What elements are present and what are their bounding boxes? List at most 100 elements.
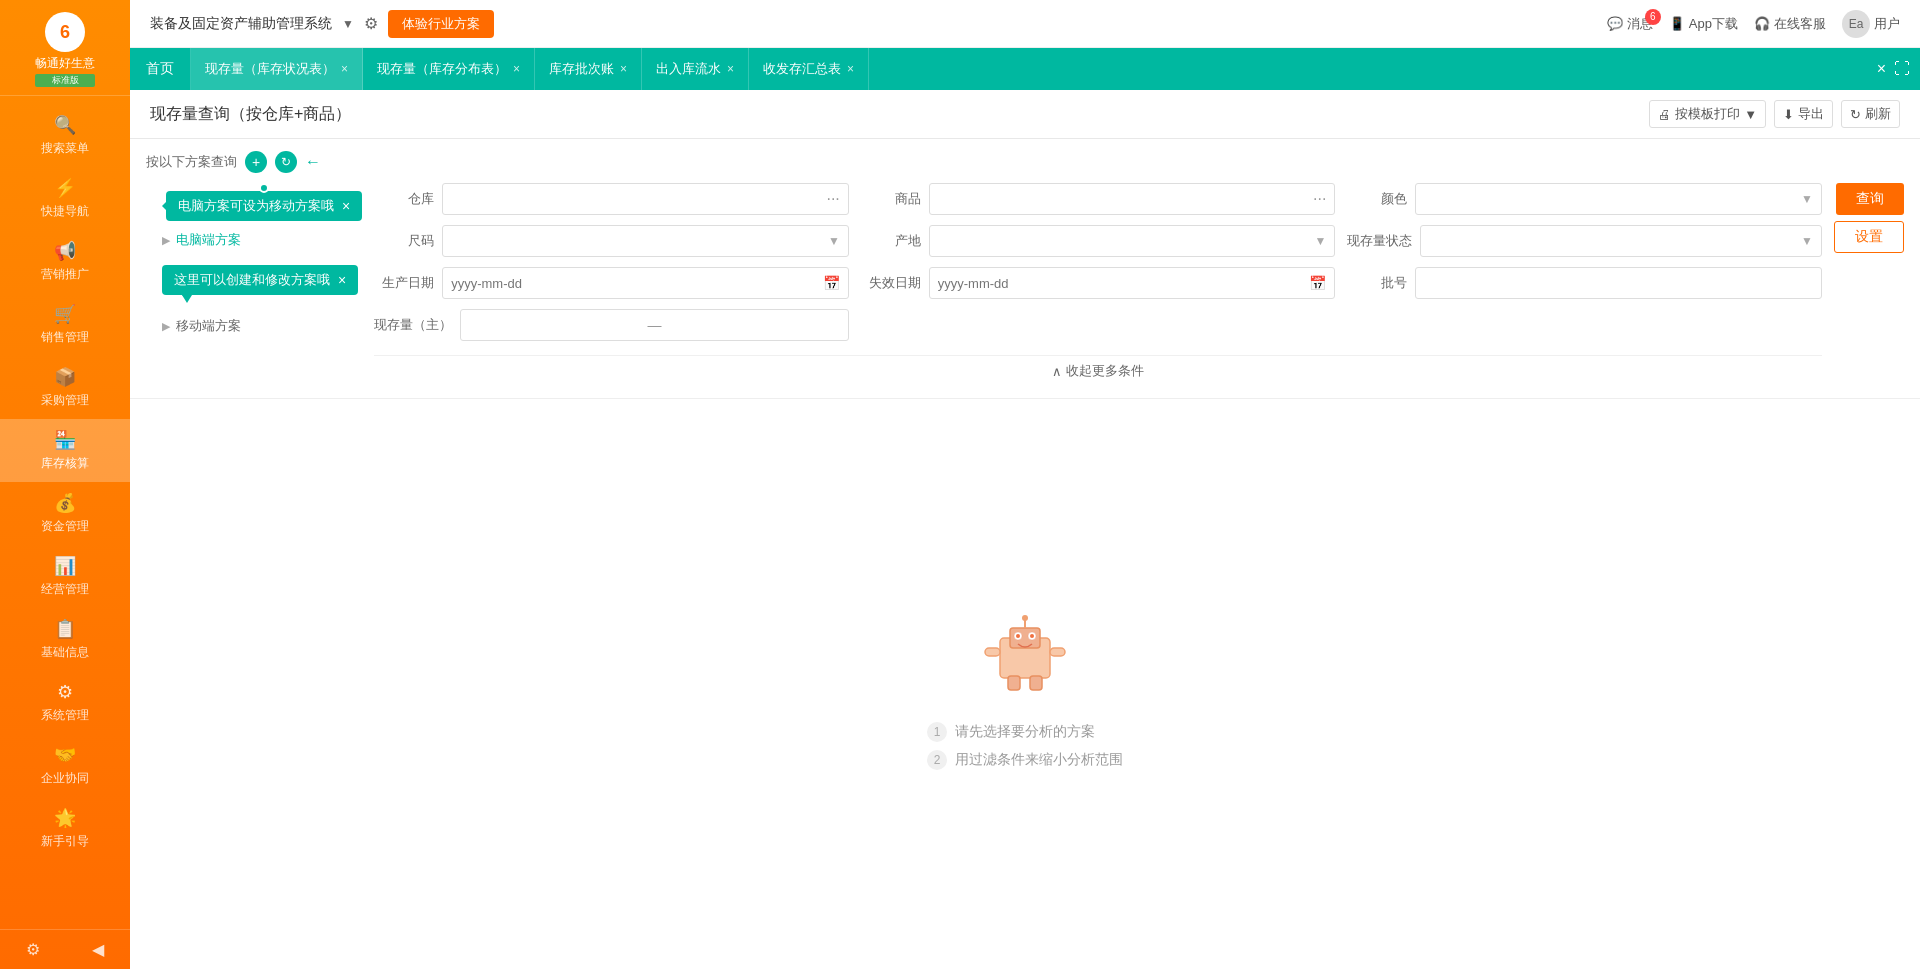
sidebar-item-basic[interactable]: 📋 基础信息 bbox=[0, 608, 130, 671]
filter-back-btn[interactable]: ← bbox=[305, 153, 321, 171]
empty-hint-2-text: 用过滤条件来缩小分析范围 bbox=[955, 751, 1123, 769]
message-badge: 6 bbox=[1645, 9, 1661, 25]
set-button[interactable]: 设置 bbox=[1834, 221, 1904, 253]
pc-scheme-item[interactable]: ▶ 电脑端方案 bbox=[162, 231, 362, 249]
collapse-up-icon: ∧ bbox=[1052, 364, 1062, 379]
tab-inventory-dist[interactable]: 现存量（库存分布表） × bbox=[363, 48, 535, 90]
empty-icon bbox=[975, 598, 1075, 698]
filter-add-btn[interactable]: + bbox=[245, 151, 267, 173]
system-icon: ⚙ bbox=[57, 681, 73, 703]
export-label: 导出 bbox=[1798, 105, 1824, 123]
color-label: 颜色 bbox=[1347, 190, 1407, 208]
filter-label: 按以下方案查询 bbox=[146, 153, 237, 171]
tab-recv-summary[interactable]: 收发存汇总表 × bbox=[749, 48, 869, 90]
export-btn[interactable]: ⬇ 导出 bbox=[1774, 100, 1833, 128]
prod-date-input[interactable] bbox=[451, 276, 819, 291]
tab-close-icon[interactable]: × bbox=[513, 62, 520, 76]
tab-close-all-btn[interactable]: × bbox=[1877, 60, 1886, 78]
header-settings-btn[interactable]: ⚙ bbox=[364, 14, 378, 33]
filter-expiry-date: 失效日期 📅 bbox=[861, 267, 1336, 299]
sidebar-logo: 6 畅通好生意 标准版 bbox=[0, 0, 130, 96]
sidebar-item-sales[interactable]: 🛒 销售管理 bbox=[0, 293, 130, 356]
print-btn[interactable]: 🖨 按模板打印 ▼ bbox=[1649, 100, 1766, 128]
prod-date-label: 生产日期 bbox=[374, 274, 434, 292]
warehouse-dots-btn[interactable]: ··· bbox=[826, 190, 839, 208]
content-area: 现存量查询（按仓库+商品） 🖨 按模板打印 ▼ ⬇ 导出 ↻ 刷新 bbox=[130, 90, 1920, 969]
sidebar-item-inventory[interactable]: 🏪 库存核算 bbox=[0, 419, 130, 482]
tab-close-icon[interactable]: × bbox=[847, 62, 854, 76]
filter-tooltip-2: 这里可以创建和修改方案哦 × bbox=[162, 265, 358, 295]
filter-header: 按以下方案查询 + ↻ ← bbox=[146, 151, 362, 173]
expiry-date-label: 失效日期 bbox=[861, 274, 921, 292]
sidebar-item-label: 新手引导 bbox=[41, 833, 89, 850]
tooltip2-close-btn[interactable]: × bbox=[338, 272, 346, 288]
avatar-text: Ea bbox=[1849, 17, 1864, 31]
system-name: 装备及固定资产辅助管理系统 bbox=[150, 15, 332, 33]
product-dots-btn[interactable]: ··· bbox=[1313, 190, 1326, 208]
logo-badge: 标准版 bbox=[35, 74, 95, 88]
main-qty-label: 现存量（主） bbox=[374, 316, 452, 334]
trial-button[interactable]: 体验行业方案 bbox=[388, 10, 494, 38]
mobile-scheme-item[interactable]: ▶ 移动端方案 bbox=[162, 317, 362, 335]
sidebar-item-guide[interactable]: 🌟 新手引导 bbox=[0, 797, 130, 860]
message-icon: 💬 bbox=[1607, 16, 1623, 31]
search-button[interactable]: 查询 bbox=[1836, 183, 1904, 215]
sidebar-item-label: 搜索菜单 bbox=[41, 140, 89, 157]
user-btn[interactable]: Ea 用户 bbox=[1842, 10, 1900, 38]
sidebar-collapse-btn[interactable]: ◀ bbox=[92, 940, 104, 959]
expiry-date-input[interactable] bbox=[938, 276, 1306, 291]
sidebar-item-search[interactable]: 🔍 搜索菜单 bbox=[0, 104, 130, 167]
tab-close-icon[interactable]: × bbox=[341, 62, 348, 76]
filter-inventory-status: 现存量状态 ▼ bbox=[1347, 225, 1822, 257]
app-download-btn[interactable]: 📱 App下载 bbox=[1669, 15, 1738, 33]
sidebar-item-marketing[interactable]: 📢 营销推广 bbox=[0, 230, 130, 293]
tab-batch-account[interactable]: 库存批次账 × bbox=[535, 48, 642, 90]
tab-label: 库存批次账 bbox=[549, 60, 614, 78]
refresh-label: 刷新 bbox=[1865, 105, 1891, 123]
sidebar-item-label: 快捷导航 bbox=[41, 203, 89, 220]
sidebar-item-label: 系统管理 bbox=[41, 707, 89, 724]
filter-refresh-btn[interactable]: ↻ bbox=[275, 151, 297, 173]
message-btn[interactable]: 💬 消息 6 bbox=[1607, 15, 1653, 33]
search-buttons: 查询 设置 bbox=[1834, 151, 1904, 253]
collapse-more-btn[interactable]: ∧ 收起更多条件 bbox=[374, 355, 1822, 386]
size-label: 尺码 bbox=[374, 232, 434, 250]
online-support-btn[interactable]: 🎧 在线客服 bbox=[1754, 15, 1826, 33]
batch-input[interactable] bbox=[1415, 267, 1822, 299]
refresh-btn[interactable]: ↻ 刷新 bbox=[1841, 100, 1900, 128]
tab-fullscreen-btn[interactable]: ⛶ bbox=[1894, 60, 1910, 78]
expiry-date-input-wrap: 📅 bbox=[929, 267, 1336, 299]
sidebar-item-quick-nav[interactable]: ⚡ 快捷导航 bbox=[0, 167, 130, 230]
prod-date-calendar-icon[interactable]: 📅 bbox=[823, 275, 840, 291]
tab-close-icon[interactable]: × bbox=[620, 62, 627, 76]
operations-icon: 📊 bbox=[54, 555, 76, 577]
page-actions: 🖨 按模板打印 ▼ ⬇ 导出 ↻ 刷新 bbox=[1649, 100, 1900, 128]
svg-rect-10 bbox=[1008, 676, 1020, 690]
sidebar-item-operations[interactable]: 📊 经营管理 bbox=[0, 545, 130, 608]
logo-text: 畅通好生意 标准版 bbox=[35, 56, 95, 87]
tab-close-icon[interactable]: × bbox=[727, 62, 734, 76]
sidebar-settings-btn[interactable]: ⚙ bbox=[26, 940, 40, 959]
sidebar-item-finance[interactable]: 💰 资金管理 bbox=[0, 482, 130, 545]
sidebar-item-system[interactable]: ⚙ 系统管理 bbox=[0, 671, 130, 734]
page-header: 现存量查询（按仓库+商品） 🖨 按模板打印 ▼ ⬇ 导出 ↻ 刷新 bbox=[130, 90, 1920, 139]
header-dropdown[interactable]: ▼ bbox=[342, 17, 354, 31]
tab-home-label: 首页 bbox=[146, 60, 174, 78]
filter-warehouse: 仓库 ··· bbox=[374, 183, 849, 215]
filter-size: 尺码 ▼ bbox=[374, 225, 849, 257]
inventory-icon: 🏪 bbox=[54, 429, 76, 451]
sidebar-item-enterprise[interactable]: 🤝 企业协同 bbox=[0, 734, 130, 797]
tab-in-out-flow[interactable]: 出入库流水 × bbox=[642, 48, 749, 90]
tab-home[interactable]: 首页 bbox=[130, 48, 191, 90]
sidebar-item-purchase[interactable]: 📦 采购管理 bbox=[0, 356, 130, 419]
empty-state: 1 请先选择要分析的方案 2 用过滤条件来缩小分析范围 bbox=[130, 399, 1920, 969]
sidebar-nav: 🔍 搜索菜单 ⚡ 快捷导航 📢 营销推广 🛒 销售管理 📦 采购管理 🏪 库存核… bbox=[0, 96, 130, 929]
svg-rect-9 bbox=[1050, 648, 1065, 656]
tab-inventory-status[interactable]: 现存量（库存状况表） × bbox=[191, 48, 363, 90]
headset-icon: 🎧 bbox=[1754, 16, 1770, 31]
tooltip1-close-btn[interactable]: × bbox=[342, 198, 350, 214]
quick-nav-icon: ⚡ bbox=[54, 177, 76, 199]
batch-label: 批号 bbox=[1347, 274, 1407, 292]
expiry-date-calendar-icon[interactable]: 📅 bbox=[1309, 275, 1326, 291]
tooltip2-text: 这里可以创建和修改方案哦 bbox=[174, 271, 330, 289]
